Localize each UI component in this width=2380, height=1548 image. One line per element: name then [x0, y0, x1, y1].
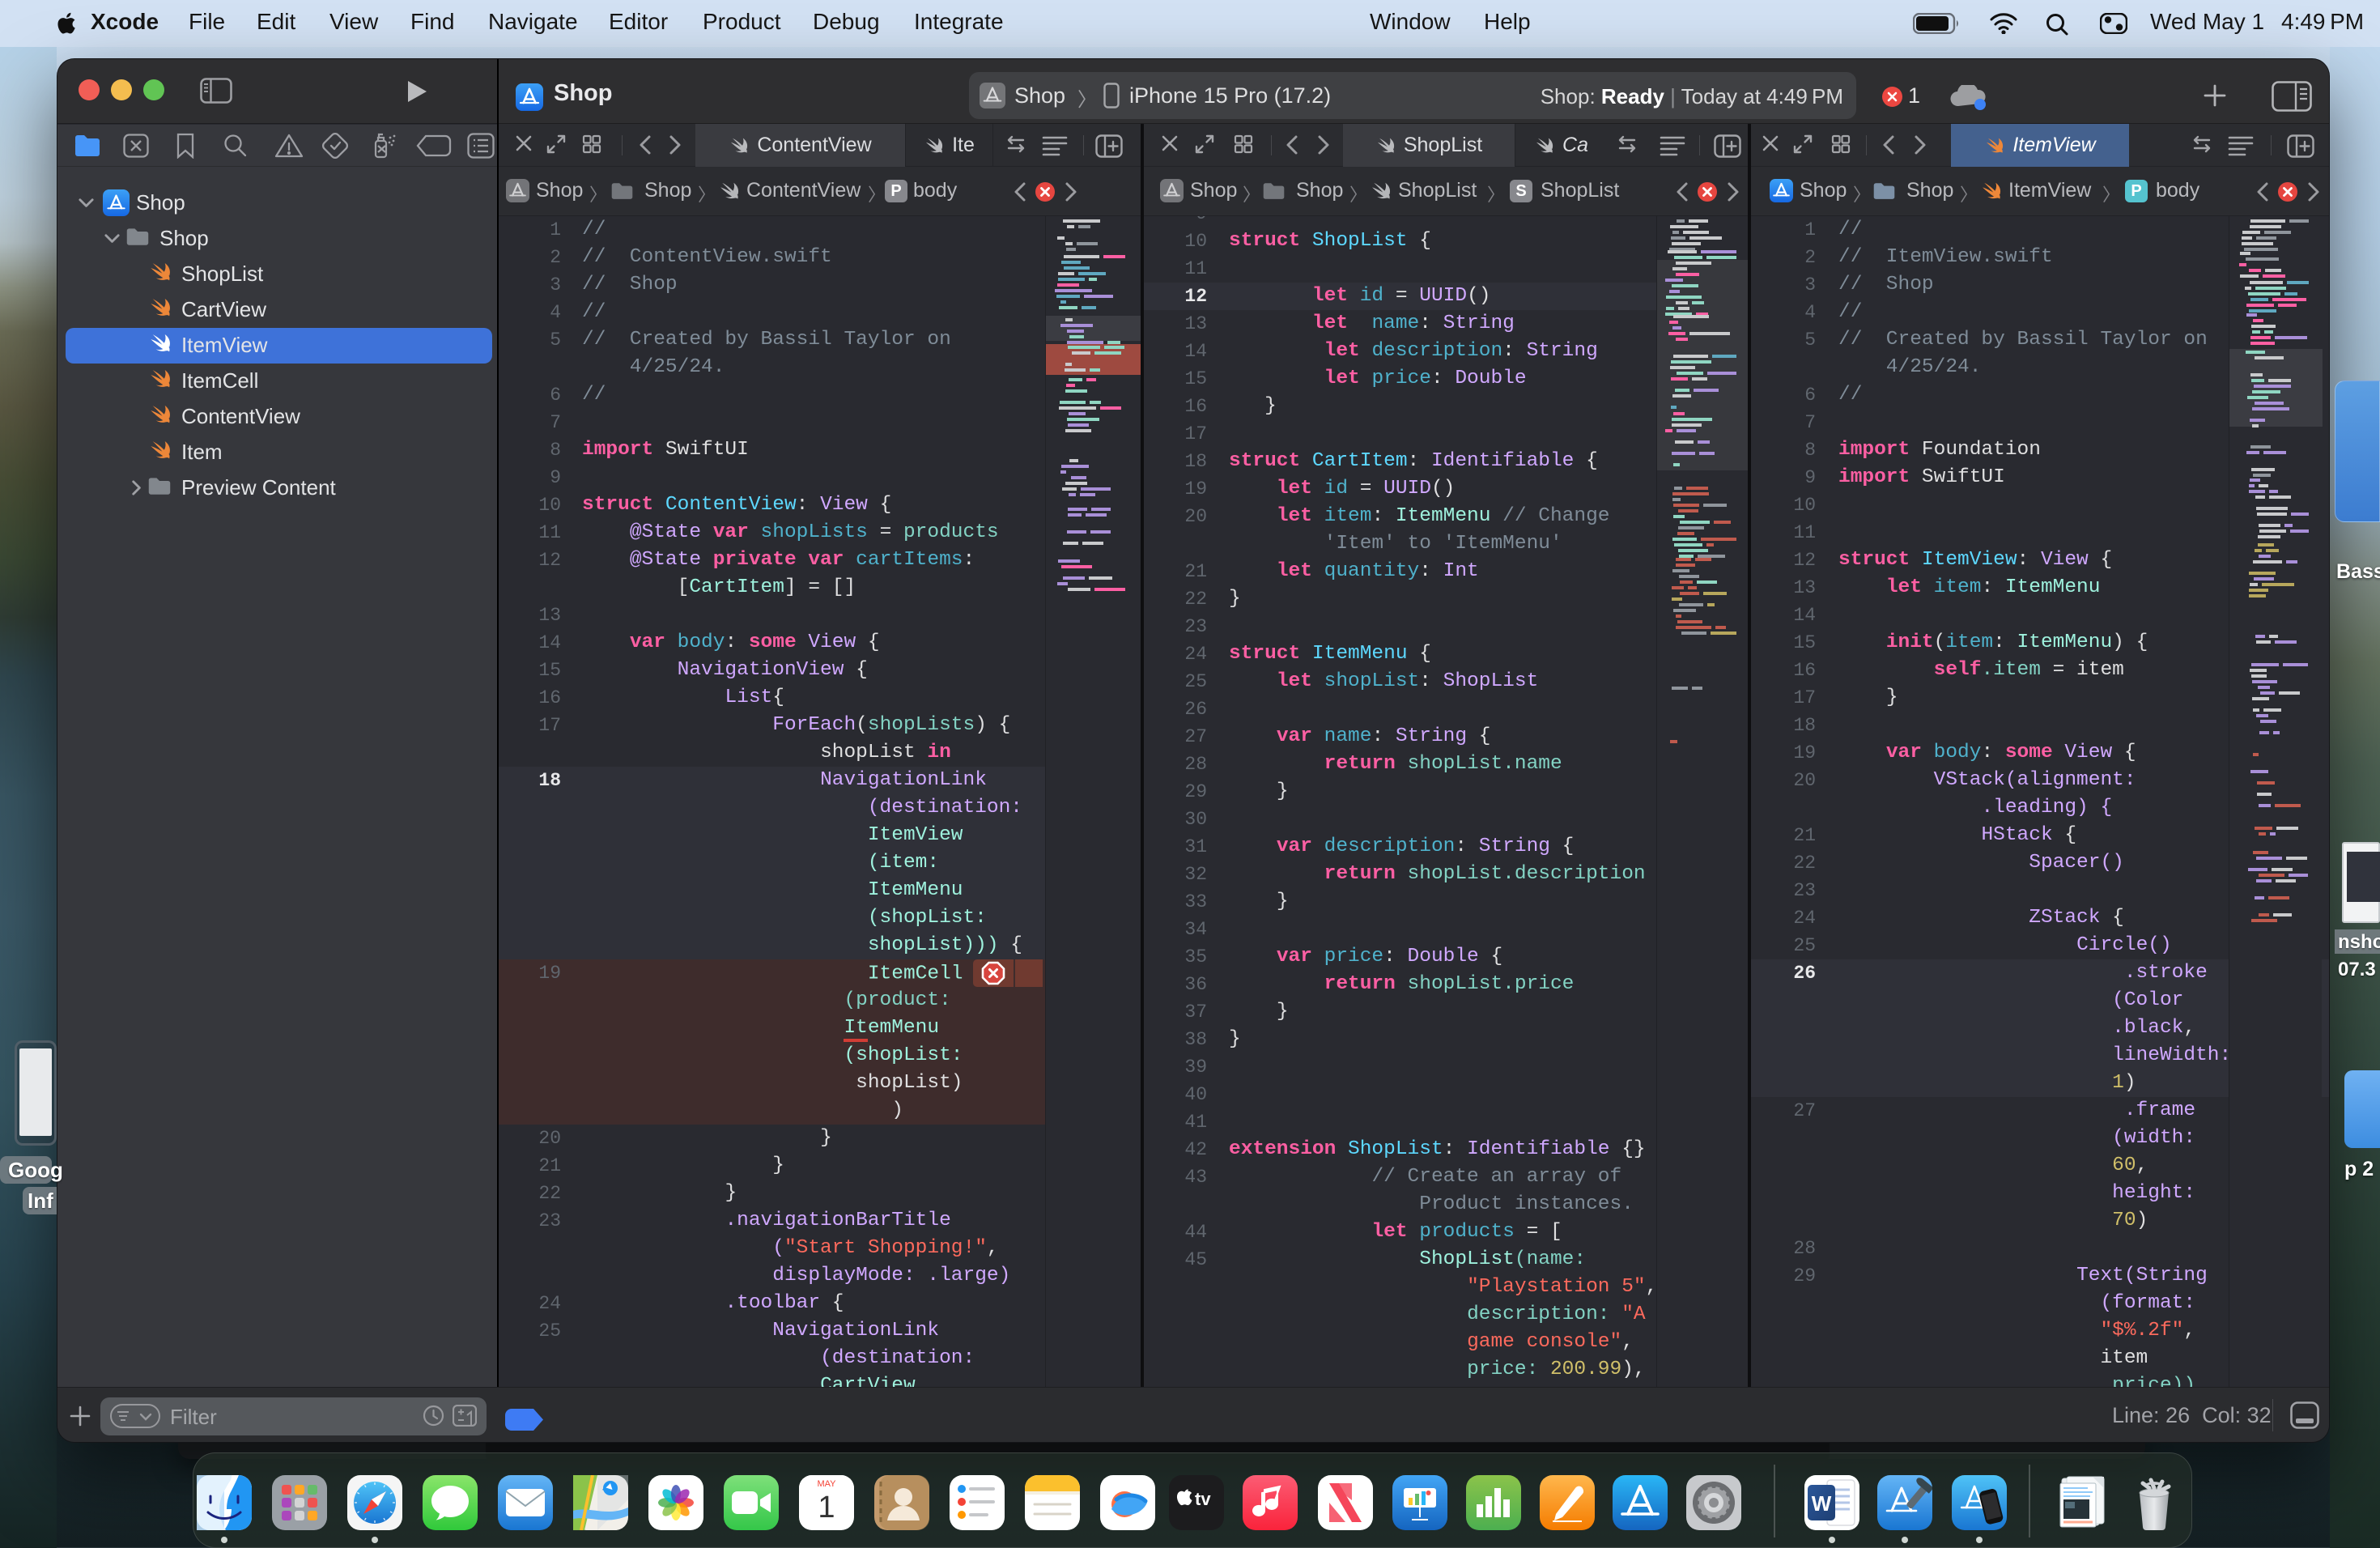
svg-text:MAY: MAY — [817, 1479, 836, 1489]
svg-text:1: 1 — [818, 1491, 835, 1525]
svg-text:tv: tv — [1195, 1489, 1211, 1509]
svg-text:W: W — [1812, 1491, 1832, 1516]
